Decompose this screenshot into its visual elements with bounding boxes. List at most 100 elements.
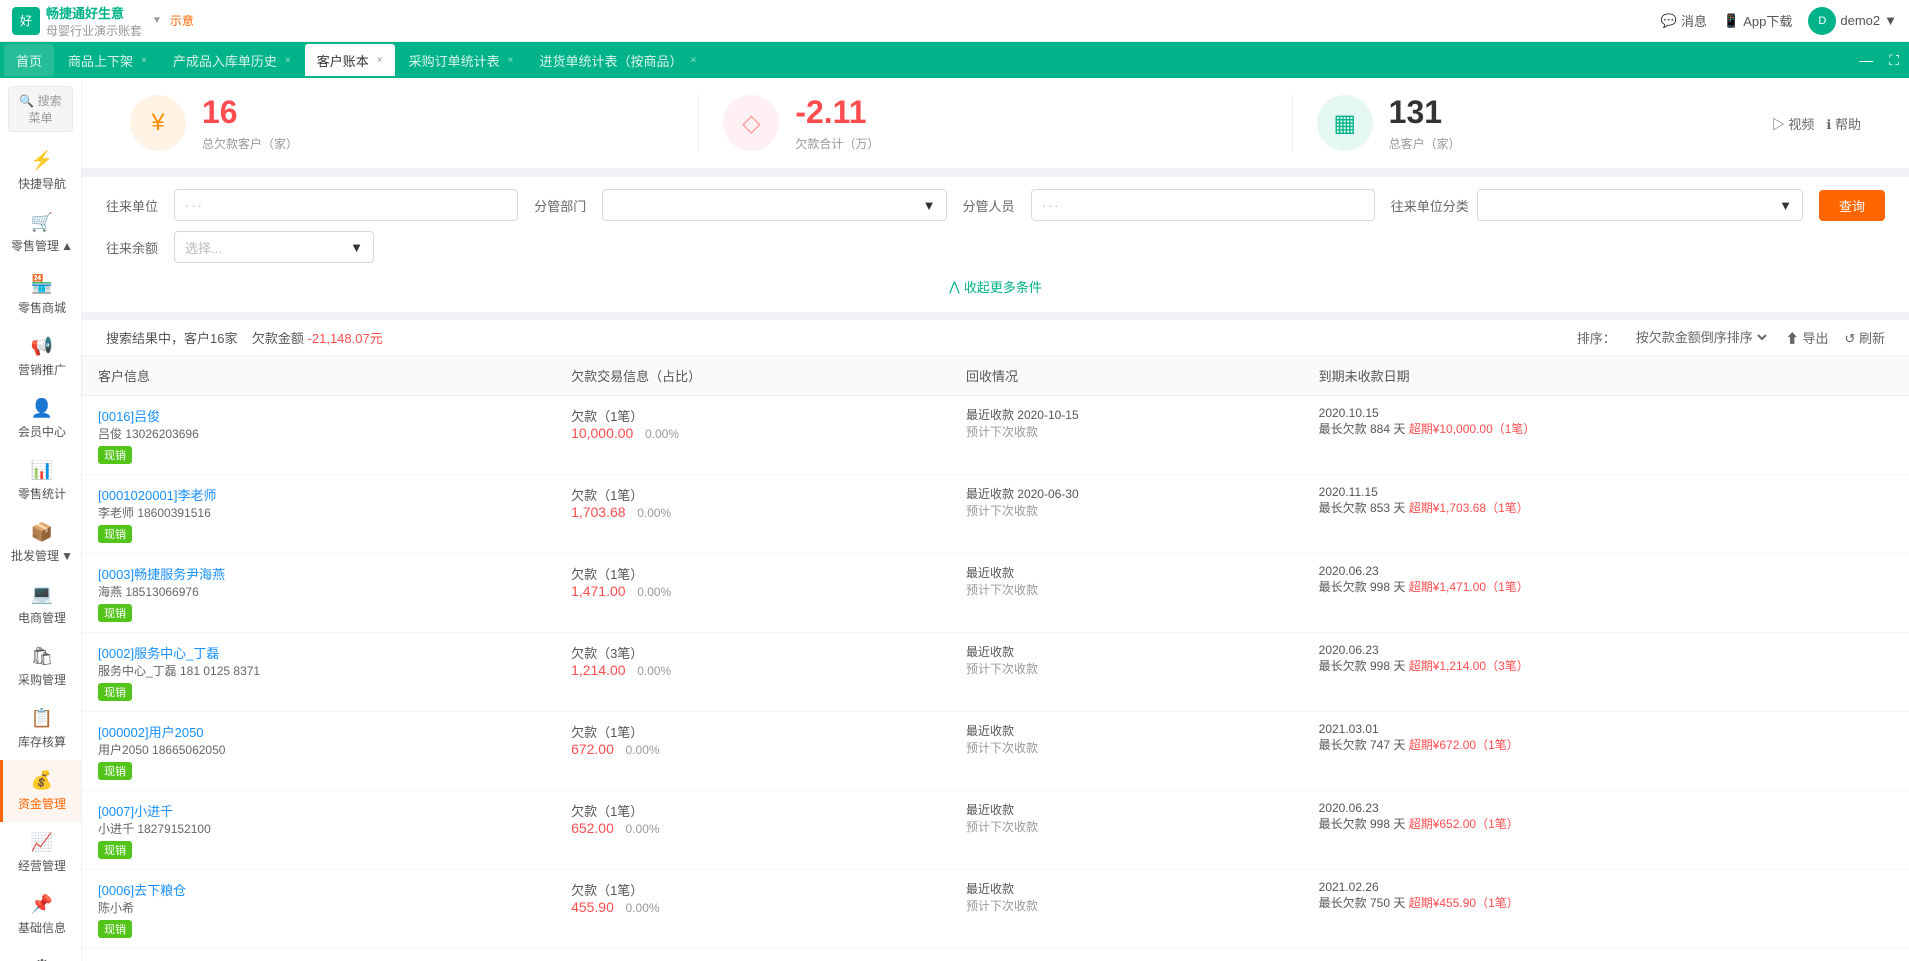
tab-purchase-stats[interactable]: 采购订单统计表 ×	[397, 44, 526, 76]
customer-name-2[interactable]: [0003]畅捷服务尹海燕	[98, 567, 225, 582]
overdue-link-3[interactable]: 超期¥1,214.00（3笔）	[1409, 659, 1529, 673]
sidebar-item-quick-nav[interactable]: ⚡ 快捷导航	[0, 140, 81, 202]
app-download-btn[interactable]: 📱 App下载	[1723, 11, 1792, 30]
filter-source-unit-input[interactable]: ···	[174, 189, 518, 221]
tab-purchase-stats-close[interactable]: ×	[508, 55, 514, 66]
sidebar-item-wholesale[interactable]: 📦 批发管理 ▼	[0, 512, 81, 574]
tab-minimize-icon[interactable]: —	[1853, 52, 1879, 69]
customer-name-0[interactable]: [0016]吕俊	[98, 409, 160, 424]
sidebar-item-purchase[interactable]: 🛍 采购管理	[0, 636, 81, 698]
tab-stock-stats-close[interactable]: ×	[690, 55, 696, 66]
tab-product-listing[interactable]: 商品上下架 ×	[56, 44, 159, 76]
top-link[interactable]: 示意	[170, 12, 194, 29]
sidebar-item-retail-stats[interactable]: 📊 零售统计	[0, 450, 81, 512]
recovery-date-2: 最近收款	[966, 564, 1287, 581]
cell-debt-2: 欠款（1笔） 1,471.00 0.00%	[555, 554, 950, 633]
sidebar-item-marketing[interactable]: 📢 营销推广	[0, 326, 81, 388]
sidebar-item-members[interactable]: 👤 会员中心	[0, 388, 81, 450]
user-dropdown-icon: ▼	[1884, 13, 1897, 28]
sidebar-search-btn[interactable]: 🔍 搜索菜单	[8, 86, 73, 132]
sidebar-item-system[interactable]: ⚙ 系统管理	[0, 946, 81, 961]
customer-name-4[interactable]: [000002]用户2050	[98, 725, 204, 740]
video-label: 视频	[1788, 117, 1814, 132]
tab-home[interactable]: 首页	[4, 44, 54, 76]
collapse-icon: ⋀	[949, 279, 960, 295]
export-btn[interactable]: ⬆ 导出	[1786, 328, 1829, 347]
help-btn[interactable]: ℹ 帮助	[1826, 114, 1861, 133]
search-icon: 🔍	[19, 94, 34, 108]
stat-label-total-customers: 总客户（家）	[1389, 135, 1461, 152]
stat-icon-debtors: ¥	[130, 95, 186, 151]
logo-dropdown-icon[interactable]: ▼	[152, 15, 162, 26]
subtitle-text: 母婴行业演示账套	[46, 22, 142, 39]
sidebar-item-ecommerce-label: 电商管理	[18, 609, 66, 626]
cell-due-6: 2021.02.26 最长欠款 750 天 超期¥455.90（1笔）	[1303, 870, 1909, 949]
sidebar-item-finance[interactable]: 💰 资金管理	[0, 760, 81, 822]
cell-due-4: 2021.03.01 最长欠款 747 天 超期¥672.00（1笔）	[1303, 712, 1909, 791]
search-button[interactable]: 查询	[1819, 190, 1885, 221]
overdue-days-4: 最长欠款 747 天	[1319, 738, 1409, 752]
filter-row-1: 往来单位 ··· 分管部门 ▼ 分管人员 ···	[106, 189, 1885, 221]
sidebar-item-basic-info[interactable]: 📌 基础信息	[0, 884, 81, 946]
sidebar-item-inventory[interactable]: 📋 库存核算	[0, 698, 81, 760]
video-btn[interactable]: ▷ 视频	[1772, 114, 1815, 133]
retail-stats-icon: 📊	[31, 460, 53, 481]
collapse-btn[interactable]: ⋀ 收起更多条件	[945, 273, 1046, 300]
sidebar-item-ecommerce[interactable]: 💻 电商管理	[0, 574, 81, 636]
message-btn[interactable]: 💬 消息	[1661, 11, 1707, 30]
stat-label-debtors: 总欠款客户（家）	[202, 135, 298, 152]
help-icon: ℹ	[1826, 117, 1831, 132]
sidebar-item-operations[interactable]: 📈 经营管理	[0, 822, 81, 884]
data-table: 客户信息 欠款交易信息（占比） 回收情况 到期未收款日期 [0016]吕俊 吕俊…	[82, 356, 1909, 961]
dept-arrow-icon: ▼	[923, 198, 936, 213]
filter-person-input[interactable]: ···	[1031, 189, 1375, 221]
filter-dept-select[interactable]: ▼	[602, 189, 946, 221]
tab-maximize-icon[interactable]: ⛶	[1883, 52, 1905, 69]
sidebar-item-retail-mgmt[interactable]: 🛒 零售管理 ▲	[0, 202, 81, 264]
customer-name-6[interactable]: [0006]去下粮仓	[98, 883, 186, 898]
customer-name-3[interactable]: [0002]服务中心_丁磊	[98, 646, 219, 661]
sort-select[interactable]: 按欠款金额倒序排序	[1632, 329, 1770, 346]
debt-ratio-3: 0.00%	[637, 664, 671, 678]
top-bar-left: 好 畅捷通好生意 母婴行业演示账套 ▼ 示意	[12, 3, 194, 39]
recovery-next-5: 预计下次收款	[966, 818, 1287, 835]
cell-debt-3: 欠款（3笔） 1,214.00 0.00%	[555, 633, 950, 712]
tab-stock-stats-label: 进货单统计表（按商品）	[539, 51, 682, 70]
app-icon: 📱	[1723, 13, 1739, 29]
balance-placeholder: 选择...	[185, 238, 222, 257]
customer-name-5[interactable]: [0007]小进千	[98, 804, 173, 819]
filter-balance-select[interactable]: 选择... ▼	[174, 231, 374, 263]
tab-production-history[interactable]: 产成品入库单历史 ×	[161, 44, 303, 76]
customer-tag-2: 现销	[98, 604, 132, 622]
tab-production-history-close[interactable]: ×	[285, 55, 291, 66]
sidebar-item-retail-mall[interactable]: 🏪 零售商城	[0, 264, 81, 326]
overdue-link-5[interactable]: 超期¥652.00（1笔）	[1409, 817, 1519, 831]
filter-unit-category-select[interactable]: ▼	[1477, 189, 1803, 221]
debt-ratio-5: 0.00%	[626, 822, 660, 836]
tab-product-listing-close[interactable]: ×	[141, 55, 147, 66]
tab-customer-account-close[interactable]: ×	[377, 55, 383, 66]
stat-icon-total-debt: ◇	[723, 95, 779, 151]
tab-stock-stats[interactable]: 进货单统计表（按商品） ×	[527, 44, 708, 76]
customer-phone-0: 吕俊 13026203696	[98, 425, 539, 442]
nav-tabs: 首页 商品上下架 × 产成品入库单历史 × 客户账本 × 采购订单统计表 × 进…	[0, 42, 1909, 78]
user-menu[interactable]: D demo2 ▼	[1808, 7, 1897, 35]
overdue-link-6[interactable]: 超期¥455.90（1笔）	[1409, 896, 1519, 910]
tab-customer-account-label: 客户账本	[317, 51, 369, 70]
overdue-days-6: 最长欠款 750 天	[1319, 896, 1409, 910]
cell-debt-5: 欠款（1笔） 652.00 0.00%	[555, 791, 950, 870]
overdue-link-4[interactable]: 超期¥672.00（1笔）	[1409, 738, 1519, 752]
refresh-btn[interactable]: ↺ 刷新	[1844, 328, 1885, 347]
overdue-link-0[interactable]: 超期¥10,000.00（1笔）	[1409, 422, 1536, 436]
overdue-link-1[interactable]: 超期¥1,703.68（1笔）	[1409, 501, 1529, 515]
tab-product-listing-label: 商品上下架	[68, 51, 133, 70]
overdue-link-2[interactable]: 超期¥1,471.00（1笔）	[1409, 580, 1529, 594]
export-label: 导出	[1802, 331, 1828, 346]
cell-due-1: 2020.11.15 最长欠款 853 天 超期¥1,703.68（1笔）	[1303, 475, 1909, 554]
customer-name-1[interactable]: [0001020001]李老师	[98, 488, 217, 503]
cell-debt-7: 欠款（1笔） 429.00 0.00%	[555, 949, 950, 961]
tab-customer-account[interactable]: 客户账本 ×	[305, 44, 395, 76]
stat-card-total-debt: ◇ -2.11 欠款合计（万）	[699, 94, 1292, 152]
filter-dept-label: 分管部门	[534, 196, 594, 215]
sidebar-item-marketing-label: 营销推广	[18, 361, 66, 378]
